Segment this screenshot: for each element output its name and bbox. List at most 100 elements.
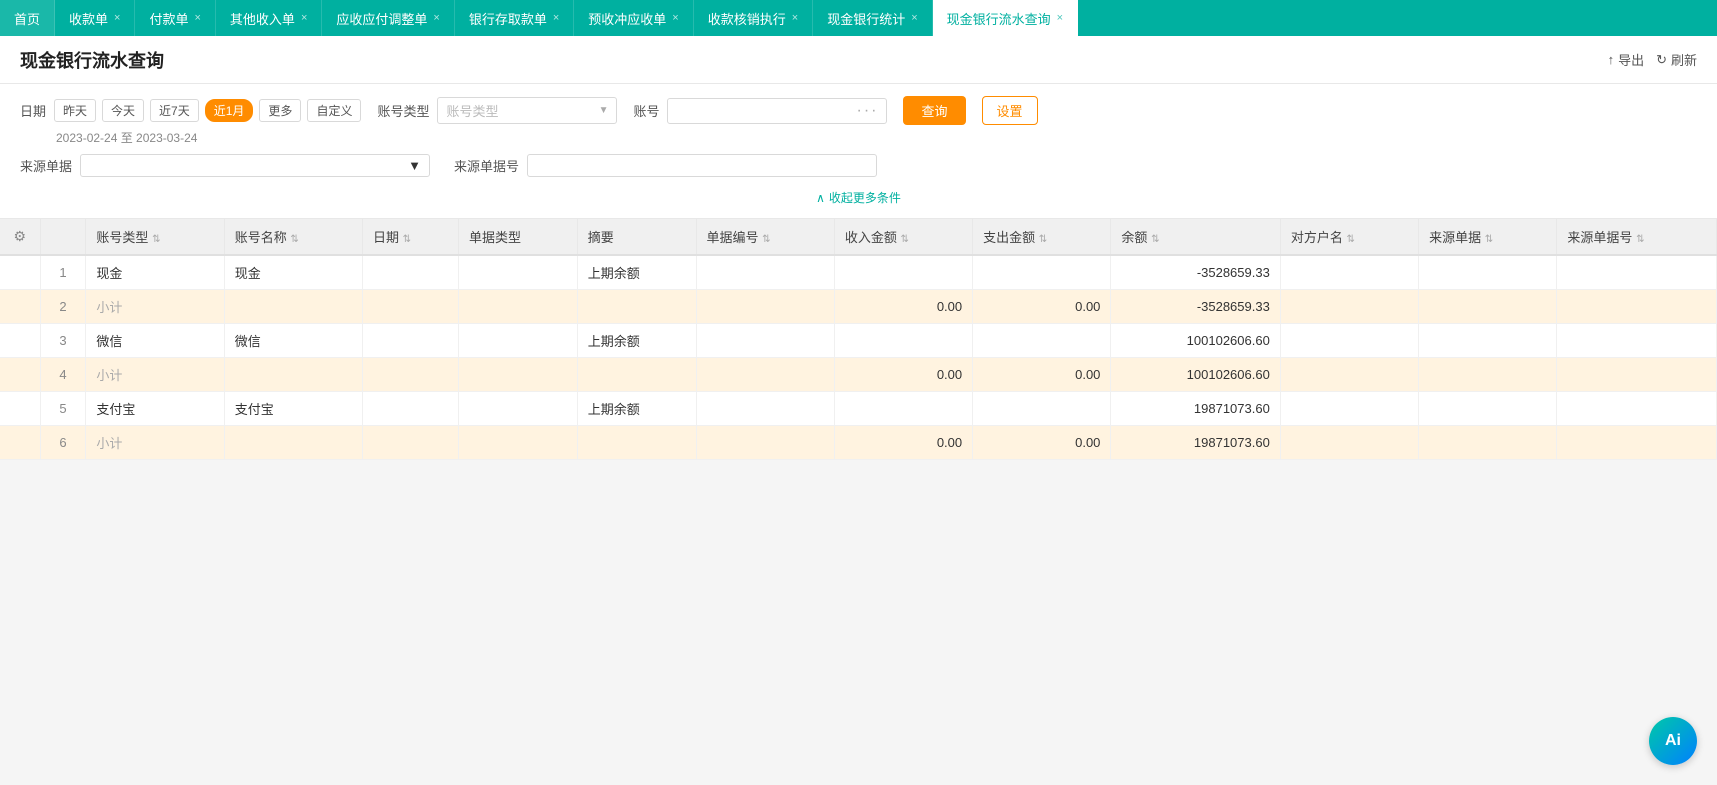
close-receipt-verify-icon[interactable]: × <box>792 12 798 24</box>
col-summary: 摘要 <box>577 219 696 255</box>
cell-source-doc-no <box>1557 255 1717 290</box>
close-bank-stats-icon[interactable]: × <box>911 12 917 24</box>
cell-source-doc <box>1419 290 1557 324</box>
source-doc-select[interactable]: ▼ <box>80 154 430 177</box>
close-bank-flow-icon[interactable]: × <box>1057 12 1063 24</box>
table-row[interactable]: 6小计0.000.0019871073.60 <box>0 426 1717 460</box>
cell-summary <box>577 358 696 392</box>
nav-receipt-verify[interactable]: 收款核销执行 × <box>694 0 813 36</box>
table-row[interactable]: 5支付宝支付宝上期余额19871073.60 <box>0 392 1717 426</box>
cell-balance: 19871073.60 <box>1111 392 1280 426</box>
chevron-down-icon: ▼ <box>599 105 609 116</box>
refresh-button[interactable]: ↻ 刷新 <box>1656 50 1697 69</box>
cell-account-name: 支付宝 <box>224 392 362 426</box>
cell-account-type: 小计 <box>86 426 224 460</box>
table-row[interactable]: 1现金现金上期余额-3528659.33 <box>0 255 1717 290</box>
cell-balance: 19871073.60 <box>1111 426 1280 460</box>
cell-source-doc <box>1419 392 1557 426</box>
account-type-select[interactable]: 账号类型 ▼ <box>437 97 617 124</box>
source-doc-label: 来源单据 <box>20 156 72 175</box>
data-table: ⚙ 账号类型 ⇅ 账号名称 ⇅ 日期 ⇅ 单据类型 <box>0 219 1717 460</box>
col-date[interactable]: 日期 ⇅ <box>363 219 459 255</box>
col-account-type[interactable]: 账号类型 ⇅ <box>86 219 224 255</box>
col-doc-no[interactable]: 单据编号 ⇅ <box>696 219 834 255</box>
date-btn-custom[interactable]: 自定义 <box>307 99 361 122</box>
date-btn-1month[interactable]: 近1月 <box>205 99 254 122</box>
col-source-doc[interactable]: 来源单据 ⇅ <box>1419 219 1557 255</box>
cell-doc-no <box>696 324 834 358</box>
nav-payments[interactable]: 付款单 × <box>135 0 215 36</box>
settings-button[interactable]: 设置 <box>982 96 1038 125</box>
col-account-name[interactable]: 账号名称 ⇅ <box>224 219 362 255</box>
nav-receipts[interactable]: 收款单 × <box>55 0 135 36</box>
collapse-bar[interactable]: ∧ 收起更多条件 <box>20 185 1697 210</box>
cell-source-doc <box>1419 255 1557 290</box>
date-btn-yesterday[interactable]: 昨天 <box>54 99 96 122</box>
nav-advance-receipt[interactable]: 预收冲应收单 × <box>574 0 693 36</box>
cell-account-name <box>224 290 362 324</box>
date-btn-7days[interactable]: 近7天 <box>150 99 199 122</box>
cell-account-type: 小计 <box>86 358 224 392</box>
filter-area: 日期 昨天 今天 近7天 近1月 更多 自定义 账号类型 账号类型 ▼ 账号 ·… <box>0 84 1717 219</box>
col-expense[interactable]: 支出金额 ⇅ <box>973 219 1111 255</box>
cell-balance: -3528659.33 <box>1111 290 1280 324</box>
col-gear[interactable]: ⚙ <box>0 219 40 255</box>
close-advance-receipt-icon[interactable]: × <box>672 12 678 24</box>
cell-gear <box>0 290 40 324</box>
table-header-row: ⚙ 账号类型 ⇅ 账号名称 ⇅ 日期 ⇅ 单据类型 <box>0 219 1717 255</box>
col-income[interactable]: 收入金额 ⇅ <box>834 219 972 255</box>
export-button[interactable]: ↑ 导出 <box>1608 50 1645 69</box>
table-row[interactable]: 2小计0.000.00-3528659.33 <box>0 290 1717 324</box>
close-ar-ap-adjust-icon[interactable]: × <box>433 12 439 24</box>
cell-income <box>834 392 972 426</box>
close-other-income-icon[interactable]: × <box>301 12 307 24</box>
cell-doc-no <box>696 392 834 426</box>
cell-source-doc-no <box>1557 290 1717 324</box>
cell-expense <box>973 255 1111 290</box>
nav-other-income[interactable]: 其他收入单 × <box>216 0 322 36</box>
more-icon[interactable]: ··· <box>857 102 879 120</box>
nav-bank-flow[interactable]: 现金银行流水查询 × <box>933 0 1078 36</box>
cell-summary <box>577 426 696 460</box>
source-doc-num-input[interactable] <box>527 154 877 177</box>
date-options: 昨天 今天 近7天 近1月 更多 自定义 <box>54 99 361 122</box>
col-source-doc-no[interactable]: 来源单据号 ⇅ <box>1557 219 1717 255</box>
cell-account-type: 微信 <box>86 324 224 358</box>
cell-balance: 100102606.60 <box>1111 324 1280 358</box>
cell-account-type: 小计 <box>86 290 224 324</box>
ai-assistant-button[interactable]: Ai <box>1649 717 1697 765</box>
date-filter-group: 日期 昨天 今天 近7天 近1月 更多 自定义 <box>20 99 361 122</box>
col-counterpart[interactable]: 对方户名 ⇅ <box>1280 219 1418 255</box>
date-btn-today[interactable]: 今天 <box>102 99 144 122</box>
cell-date <box>363 358 459 392</box>
nav-bank-deposit[interactable]: 银行存取款单 × <box>455 0 574 36</box>
query-button[interactable]: 查询 <box>903 96 965 125</box>
cell-doc-type <box>459 255 578 290</box>
export-icon: ↑ <box>1608 52 1615 67</box>
table-row[interactable]: 4小计0.000.00100102606.60 <box>0 358 1717 392</box>
close-bank-deposit-icon[interactable]: × <box>553 12 559 24</box>
cell-balance: -3528659.33 <box>1111 255 1280 290</box>
page-header: 现金银行流水查询 ↑ 导出 ↻ 刷新 <box>0 36 1717 84</box>
nav-home[interactable]: 首页 <box>0 0 55 36</box>
source-doc-num-filter-group: 来源单据号 <box>454 154 877 177</box>
top-navigation: 首页 收款单 × 付款单 × 其他收入单 × 应收应付调整单 × 银行存取款单 … <box>0 0 1717 36</box>
account-input[interactable] <box>676 103 856 118</box>
table-row[interactable]: 3微信微信上期余额100102606.60 <box>0 324 1717 358</box>
close-receipts-icon[interactable]: × <box>114 12 120 24</box>
source-doc-num-label: 来源单据号 <box>454 156 519 175</box>
close-payments-icon[interactable]: × <box>194 12 200 24</box>
cell-counterpart <box>1280 255 1418 290</box>
nav-bank-stats[interactable]: 现金银行统计 × <box>813 0 932 36</box>
table-container: ⚙ 账号类型 ⇅ 账号名称 ⇅ 日期 ⇅ 单据类型 <box>0 219 1717 460</box>
col-balance[interactable]: 余额 ⇅ <box>1111 219 1280 255</box>
cell-date <box>363 255 459 290</box>
cell-gear <box>0 392 40 426</box>
nav-ar-ap-adjust[interactable]: 应收应付调整单 × <box>322 0 454 36</box>
account-label: 账号 <box>633 101 659 120</box>
cell-source-doc-no <box>1557 358 1717 392</box>
gear-icon[interactable]: ⚙ <box>13 228 26 244</box>
cell-gear <box>0 255 40 290</box>
source-doc-filter-group: 来源单据 ▼ <box>20 154 430 177</box>
date-btn-more[interactable]: 更多 <box>259 99 301 122</box>
